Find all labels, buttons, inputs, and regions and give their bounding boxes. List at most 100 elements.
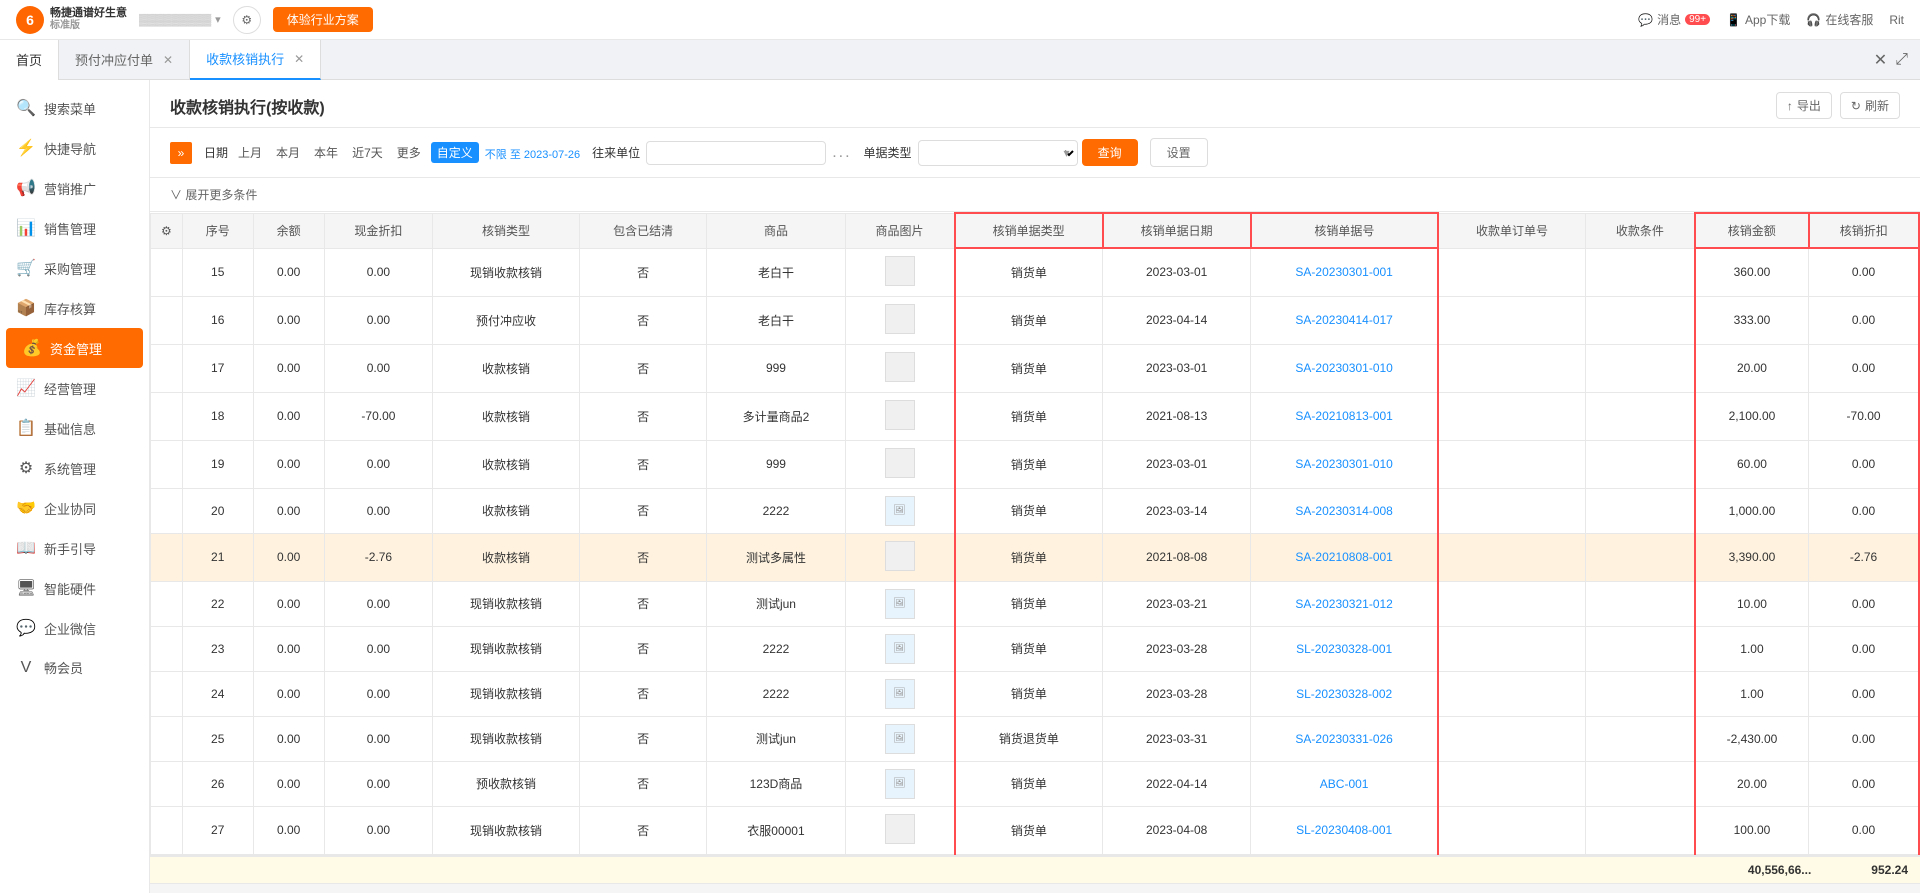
logo-area: 6 畅捷通谱好生意 标准版 — [16, 6, 127, 34]
writeoff-no-link[interactable]: SL-20230328-001 — [1296, 642, 1392, 656]
sales-icon: 📊 — [16, 218, 36, 238]
filter-setting-button[interactable]: 设置 — [1150, 138, 1208, 167]
workspace-dropdown[interactable]: ▓▓▓▓▓▓▓▓▓ ▾ — [139, 13, 221, 26]
td-writeoff-date: 2023-03-31 — [1103, 716, 1251, 761]
writeoff-no-link[interactable]: SA-20210808-001 — [1295, 550, 1392, 564]
export-button[interactable]: ↑ 导出 — [1776, 92, 1832, 119]
sidebar-item-hardware[interactable]: 🖥 智能硬件 — [0, 568, 149, 608]
goods-image[interactable]: 🖼 — [885, 724, 915, 754]
table-row: 21 0.00 -2.76 收款核销 否 测试多属性 销货单 2021-08-0… — [151, 533, 1920, 581]
sidebar-item-guide[interactable]: 📖 新手引导 — [0, 528, 149, 568]
date-opt-7days[interactable]: 近7天 — [348, 142, 387, 163]
goods-image[interactable] — [885, 541, 915, 571]
user-name[interactable]: Rit — [1889, 13, 1904, 27]
voucher-type-select[interactable] — [918, 140, 1078, 166]
app-download-button[interactable]: 📱 App下载 — [1726, 11, 1790, 28]
writeoff-no-link[interactable]: SA-20230301-010 — [1295, 361, 1392, 375]
sidebar-item-marketing[interactable]: 📢 营销推广 — [0, 168, 149, 208]
date-opt-this-year[interactable]: 本年 — [310, 142, 342, 163]
sidebar-item-vip[interactable]: V 畅会员 — [0, 648, 149, 687]
total-discount: 952.24 — [1871, 863, 1908, 877]
writeoff-no-link[interactable]: SA-20210813-001 — [1295, 409, 1392, 423]
goods-image[interactable] — [885, 400, 915, 430]
sidebar-item-operations[interactable]: 📈 经营管理 — [0, 368, 149, 408]
td-writeoff-date: 2023-03-01 — [1103, 248, 1251, 296]
settings-button[interactable]: ⚙ — [233, 6, 261, 34]
tab-writeoff[interactable]: 收款核销执行 ✕ — [190, 40, 321, 80]
goods-image[interactable]: 🖼 — [885, 679, 915, 709]
goods-image[interactable]: 🖼 — [885, 634, 915, 664]
search-icon: 🔍 — [16, 98, 36, 118]
filter-expand-button[interactable]: » — [170, 142, 192, 164]
trial-industry-button[interactable]: 体验行业方案 — [273, 7, 373, 32]
query-button[interactable]: 查询 — [1082, 139, 1138, 166]
td-receipt-order-no — [1438, 716, 1585, 761]
writeoff-no-link[interactable]: SA-20230301-010 — [1295, 457, 1392, 471]
goods-image[interactable] — [885, 814, 915, 844]
expand-more-conditions[interactable]: ∨ 展开更多条件 — [170, 186, 1900, 203]
sidebar-item-system[interactable]: ⚙ 系统管理 — [0, 448, 149, 488]
goods-image[interactable] — [885, 256, 915, 286]
goods-image[interactable] — [885, 448, 915, 478]
th-goods: 商品 — [707, 213, 845, 248]
goods-image[interactable]: 🖼 — [885, 589, 915, 619]
td-receipt-condition — [1585, 344, 1695, 392]
online-support-button[interactable]: 🎧 在线客服 — [1806, 11, 1873, 28]
sidebar-item-purchase[interactable]: 🛒 采购管理 — [0, 248, 149, 288]
date-opt-last-month[interactable]: 上月 — [234, 142, 266, 163]
sidebar-item-sales[interactable]: 📊 销售管理 — [0, 208, 149, 248]
writeoff-no-link[interactable]: SA-20230321-012 — [1295, 597, 1392, 611]
sidebar-item-collab[interactable]: 🤝 企业协同 — [0, 488, 149, 528]
goods-image[interactable]: 🖼 — [885, 496, 915, 526]
date-opt-more[interactable]: 更多 — [393, 142, 425, 163]
writeoff-no-link[interactable]: SA-20230331-026 — [1295, 732, 1392, 746]
td-receipt-order-no — [1438, 806, 1585, 854]
sidebar-item-wechat[interactable]: 💬 企业微信 — [0, 608, 149, 648]
td-writeoff-voucher-type: 销货单 — [955, 581, 1103, 626]
writeoff-no-link[interactable]: SL-20230408-001 — [1296, 823, 1392, 837]
writeoff-no-link[interactable]: SA-20230314-008 — [1295, 504, 1392, 518]
date-opt-this-month[interactable]: 本月 — [272, 142, 304, 163]
writeoff-no-link[interactable]: ABC-001 — [1320, 777, 1369, 791]
message-button[interactable]: 💬 消息 99+ — [1638, 11, 1710, 28]
td-writeoff-amount: 1.00 — [1695, 626, 1809, 671]
refresh-button[interactable]: ↻ 刷新 — [1840, 92, 1900, 119]
td-writeoff-date: 2023-03-28 — [1103, 671, 1251, 716]
sidebar-item-finance[interactable]: 💰 资金管理 — [6, 328, 143, 368]
td-serial: 15 — [182, 248, 253, 296]
td-goods-img — [845, 296, 955, 344]
th-settings[interactable]: ⚙ — [151, 213, 183, 248]
td-writeoff-type: 现销收款核销 — [433, 671, 580, 716]
tab-prepay[interactable]: 预付冲应付单 ✕ — [59, 40, 190, 80]
voucher-type-filter: 单据类型 ▾ — [864, 140, 1070, 166]
filter-dots: ... — [832, 144, 851, 162]
sidebar-item-basicinfo[interactable]: 📋 基础信息 — [0, 408, 149, 448]
goods-image[interactable]: 🖼 — [885, 769, 915, 799]
refresh-icon: ↻ — [1851, 99, 1861, 113]
maximize-button[interactable]: ⤢ — [1895, 51, 1908, 69]
writeoff-no-link[interactable]: SL-20230328-002 — [1296, 687, 1392, 701]
td-serial: 16 — [182, 296, 253, 344]
sidebar-item-quicknav[interactable]: ⚡ 快捷导航 — [0, 128, 149, 168]
goods-image[interactable] — [885, 352, 915, 382]
sidebar-item-inventory[interactable]: 📦 库存核算 — [0, 288, 149, 328]
date-opt-custom[interactable]: 自定义 — [431, 142, 479, 163]
horizontal-scrollbar[interactable] — [150, 883, 1920, 893]
td-goods: 老白干 — [707, 248, 845, 296]
td-writeoff-no: SA-20230321-012 — [1251, 581, 1438, 626]
goods-image[interactable] — [885, 304, 915, 334]
td-writeoff-amount: 20.00 — [1695, 761, 1809, 806]
td-receipt-condition — [1585, 440, 1695, 488]
td-goods-img — [845, 344, 955, 392]
writeoff-no-link[interactable]: SA-20230414-017 — [1295, 313, 1392, 327]
tab-home[interactable]: 首页 — [0, 40, 59, 80]
from-unit-input[interactable] — [646, 141, 826, 165]
td-writeoff-type: 现销收款核销 — [433, 626, 580, 671]
close-prepay-tab[interactable]: ✕ — [163, 53, 173, 67]
close-tab-button[interactable]: ✕ — [1874, 50, 1887, 70]
td-cash-discount: -2.76 — [324, 533, 433, 581]
close-writeoff-tab[interactable]: ✕ — [294, 52, 304, 66]
sidebar-item-search[interactable]: 🔍 搜索菜单 — [0, 88, 149, 128]
td-settings — [151, 626, 183, 671]
writeoff-no-link[interactable]: SA-20230301-001 — [1295, 265, 1392, 279]
